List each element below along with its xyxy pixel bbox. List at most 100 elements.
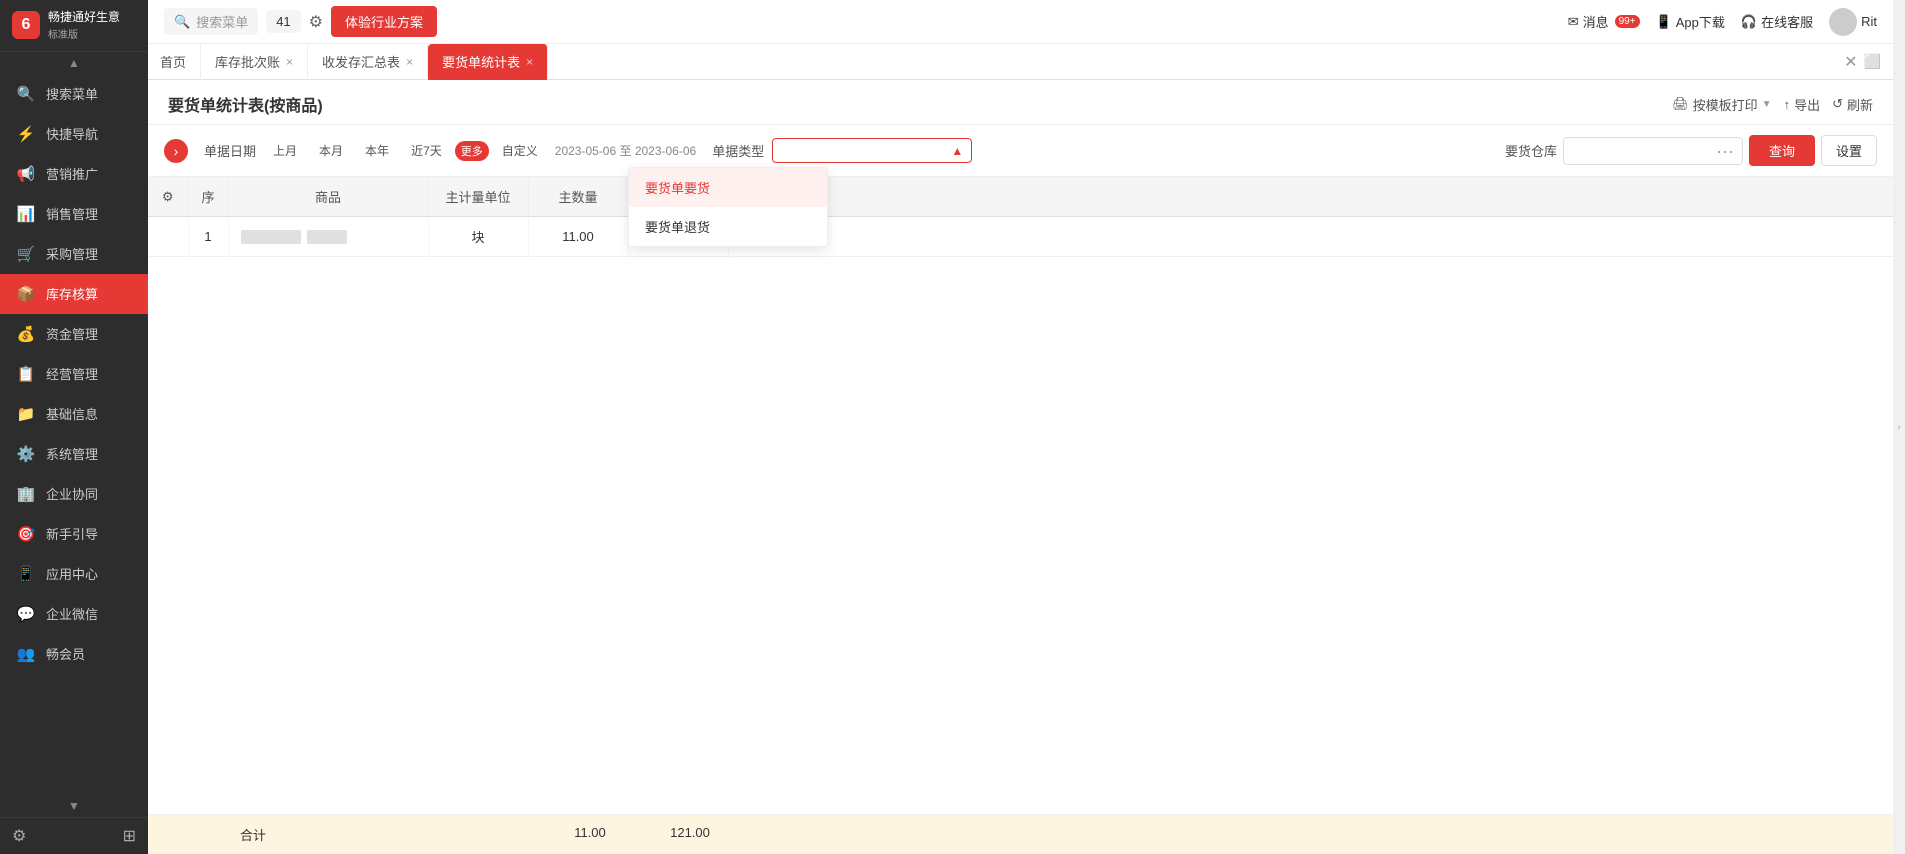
sidebar-item-enterprise[interactable]: 🏢 企业协同 <box>0 474 148 514</box>
type-select[interactable]: ▲ <box>772 138 972 163</box>
right-collapse-handle[interactable]: › <box>1893 0 1905 854</box>
sidebar-item-label: 畅会员 <box>46 644 85 663</box>
tab-batch-close[interactable]: × <box>286 56 293 68</box>
tab-home-label: 首页 <box>160 52 186 71</box>
export-label: 导出 <box>1794 95 1820 114</box>
date-btn-last-month[interactable]: 上月 <box>264 138 306 163</box>
settings-icon[interactable]: ⚙ <box>12 826 26 846</box>
warehouse-select[interactable]: ··· <box>1563 137 1743 165</box>
guide-icon: 🎯 <box>16 524 36 544</box>
print-icon: 🖨 <box>1672 96 1689 112</box>
app-download-icon: 📱 <box>1656 14 1672 30</box>
sidebar-item-finance[interactable]: 💰 资金管理 <box>0 314 148 354</box>
sidebar-item-label: 企业微信 <box>46 604 98 623</box>
footer-extra <box>740 825 1881 844</box>
sidebar-item-guide[interactable]: 🎯 新手引导 <box>0 514 148 554</box>
date-btn-this-year[interactable]: 本年 <box>356 138 398 163</box>
sidebar-item-purchase[interactable]: 🛒 采购管理 <box>0 234 148 274</box>
sidebar-item-label: 新手引导 <box>46 524 98 543</box>
export-icon: ↑ <box>1784 97 1791 112</box>
tab-close-all[interactable]: ✕ <box>1844 52 1857 72</box>
date-btn-7days[interactable]: 近7天 <box>402 138 451 163</box>
app-name: 畅捷通好生意 <box>48 10 120 26</box>
refresh-button[interactable]: ↺ 刷新 <box>1832 95 1873 114</box>
sidebar-item-marketing[interactable]: 📢 营销推广 <box>0 154 148 194</box>
sidebar-item-search[interactable]: 🔍 搜索菜单 <box>0 74 148 114</box>
search-menu-label: 搜索菜单 <box>196 12 248 31</box>
search-menu[interactable]: 🔍 搜索菜单 <box>164 8 258 35</box>
purchase-icon: 🛒 <box>16 244 36 264</box>
footer-unit-empty <box>440 825 540 844</box>
row-no: 1 <box>188 217 228 257</box>
inventory-icon: 📦 <box>16 284 36 304</box>
tab-requisition-close[interactable]: × <box>526 56 533 68</box>
sidebar-item-member[interactable]: 👥 畅会员 <box>0 634 148 674</box>
tab-requisition[interactable]: 要货单统计表 × <box>428 44 548 80</box>
filter-bar: › 单据日期 上月 本月 本年 近7天 更多 自定义 2023-05-06 至 … <box>148 125 1893 177</box>
sidebar-logo: 6 畅捷通好生意 标准版 <box>0 0 148 52</box>
collapse-icon[interactable]: ⊞ <box>123 826 136 846</box>
sidebar-item-label: 采购管理 <box>46 244 98 263</box>
sidebar-item-label: 库存核算 <box>46 284 98 303</box>
print-arrow: ▼ <box>1762 99 1772 110</box>
date-btn-custom[interactable]: 自定义 <box>493 138 547 163</box>
trial-button[interactable]: 体验行业方案 <box>331 6 437 37</box>
footer-cells: 合计 11.00 121.00 <box>160 825 1881 844</box>
footer-empty2 <box>200 825 240 844</box>
filter-expand-button[interactable]: › <box>164 139 188 163</box>
tab-batch-label: 库存批次账 <box>215 52 280 71</box>
query-button[interactable]: 查询 <box>1749 135 1815 166</box>
tab-collection-close[interactable]: × <box>406 56 413 68</box>
sidebar-item-label: 销售管理 <box>46 204 98 223</box>
topbar-gear-icon[interactable]: ⚙ <box>309 12 323 32</box>
warehouse-label: 要货仓库 <box>1505 141 1557 160</box>
search-menu-icon: 🔍 <box>174 14 190 30</box>
finance-icon: 💰 <box>16 324 36 344</box>
tab-maximize[interactable]: ⬜ <box>1864 53 1881 70</box>
col-no: 序 <box>188 177 228 217</box>
online-service-button[interactable]: 🎧 在线客服 <box>1741 12 1813 31</box>
col-settings[interactable]: ⚙ <box>148 177 188 217</box>
sidebar-item-system[interactable]: ⚙️ 系统管理 <box>0 434 148 474</box>
sidebar-scroll-down[interactable]: ▼ <box>0 795 148 817</box>
sidebar-nav: 🔍 搜索菜单 ⚡ 快捷导航 📢 营销推广 📊 销售管理 🛒 采购管理 📦 库存核… <box>0 74 148 795</box>
row-settings <box>148 217 188 257</box>
tab-collection[interactable]: 收发存汇总表 × <box>308 44 428 80</box>
topbar: 🔍 搜索菜单 41 ⚙ 体验行业方案 ✉ 消息 99+ 📱 App下载 🎧 在线… <box>148 0 1893 44</box>
user-profile[interactable]: Rit <box>1829 8 1877 36</box>
topbar-right: ✉ 消息 99+ 📱 App下载 🎧 在线客服 Rit <box>1568 8 1877 36</box>
sidebar-item-operation[interactable]: 📋 经营管理 <box>0 354 148 394</box>
page-title: 要货单统计表(按商品) <box>168 92 323 116</box>
export-button[interactable]: ↑ 导出 <box>1784 95 1821 114</box>
date-label: 单据日期 <box>204 141 256 160</box>
sidebar-scroll-up[interactable]: ▲ <box>0 52 148 74</box>
app-download-button[interactable]: 📱 App下载 <box>1656 12 1725 31</box>
sidebar-item-apps[interactable]: 📱 应用中心 <box>0 554 148 594</box>
wechat-icon: 💬 <box>16 604 36 624</box>
sidebar-item-quicknav[interactable]: ⚡ 快捷导航 <box>0 114 148 154</box>
sidebar-footer: ⚙ ⊞ <box>0 817 148 854</box>
settings-button[interactable]: 设置 <box>1821 135 1877 166</box>
date-btn-this-month[interactable]: 本月 <box>310 138 352 163</box>
warehouse-more-icon[interactable]: ··· <box>1716 142 1734 160</box>
col-unit: 主计量单位 <box>428 177 528 217</box>
type-label: 单据类型 <box>712 141 764 160</box>
tab-home[interactable]: 首页 <box>160 44 201 80</box>
sidebar-item-wechat[interactable]: 💬 企业微信 <box>0 594 148 634</box>
app-logo-icon: 6 <box>12 11 40 39</box>
table-footer: 合计 11.00 121.00 <box>148 814 1893 854</box>
chevron-right-icon: › <box>174 143 179 159</box>
date-more-badge[interactable]: 更多 <box>455 141 489 161</box>
sidebar-item-inventory[interactable]: 📦 库存核算 <box>0 274 148 314</box>
row-product <box>228 217 428 257</box>
date-buttons: 上月 本月 本年 近7天 更多 自定义 <box>264 138 547 163</box>
sidebar-item-base[interactable]: 📁 基础信息 <box>0 394 148 434</box>
table-header-row: ⚙ 序 商品 主计量单位 主数量 零售金额 <box>148 177 1893 217</box>
message-button[interactable]: ✉ 消息 99+ <box>1568 12 1640 31</box>
tab-batch[interactable]: 库存批次账 × <box>201 44 308 80</box>
dropdown-item-requisition-order[interactable]: 要货单要货 <box>629 168 827 207</box>
dropdown-item-requisition-return[interactable]: 要货单退货 <box>629 207 827 246</box>
print-button[interactable]: 🖨 按模板打印 ▼ <box>1672 95 1771 114</box>
app-download-label: App下载 <box>1676 12 1725 31</box>
sidebar-item-sales[interactable]: 📊 销售管理 <box>0 194 148 234</box>
